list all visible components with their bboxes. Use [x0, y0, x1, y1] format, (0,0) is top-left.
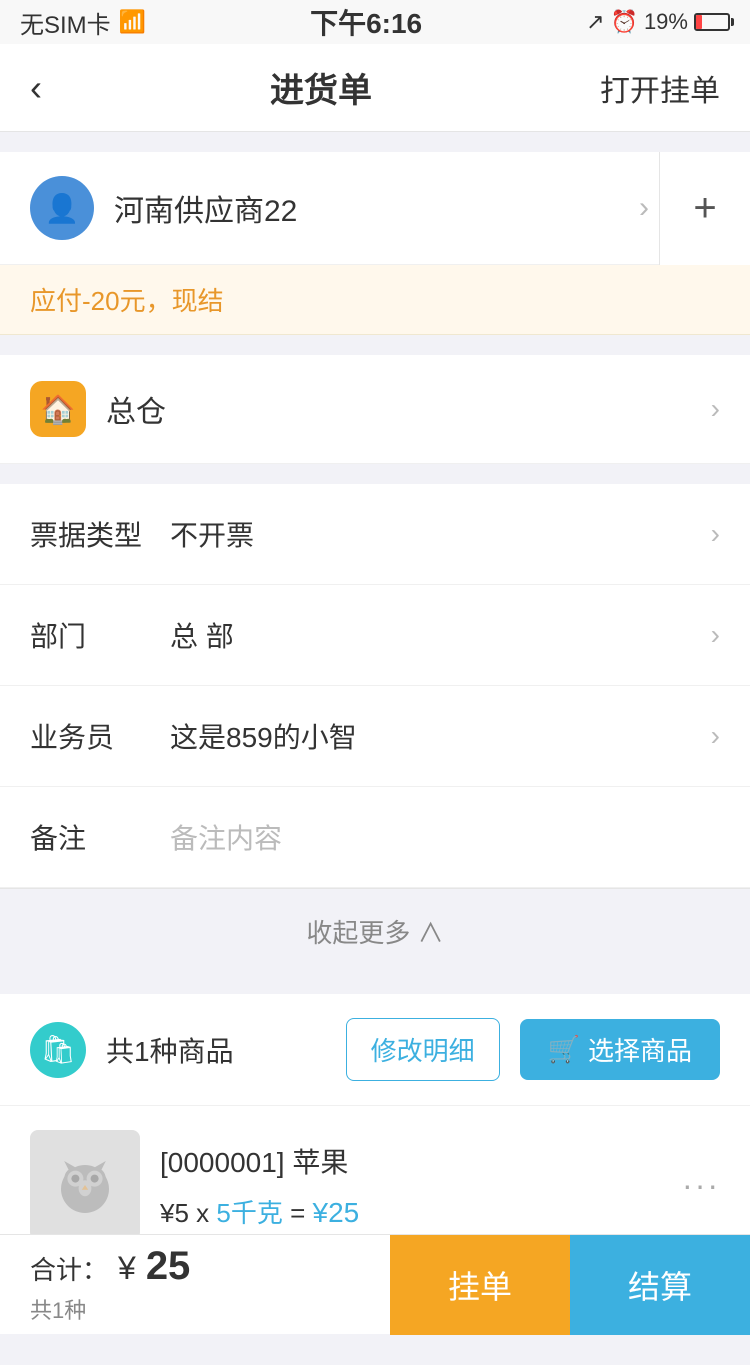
remark-label: 备注 [30, 817, 170, 857]
bag-icon: 🛍 [40, 1033, 76, 1066]
salesperson-label: 业务员 [30, 716, 170, 756]
quantity-value: 5千克 [216, 1198, 282, 1228]
price-value: ¥5 [160, 1198, 189, 1228]
invoice-value: 不开票 [170, 514, 711, 554]
supplier-name: 河南供应商22 [114, 195, 297, 228]
cart-icon: 🛒 [548, 1034, 580, 1065]
supplier-avatar: 👤 [30, 176, 94, 240]
status-bar: 无SIM卡 📶 下午6:16 ↗ ⏰ 19% [0, 0, 750, 44]
notice-text: 应付-20元，现结 [30, 286, 224, 316]
wifi-icon: 📶 [119, 9, 146, 35]
select-product-button[interactable]: 🛒 选择商品 [520, 1019, 720, 1080]
footer: 合计： ¥ 25 共1种 挂单 结算 [0, 1234, 750, 1334]
product-title: 苹果 [292, 1147, 348, 1178]
warehouse-name: 总仓 [106, 387, 711, 431]
salesperson-value: 这是859的小智 [170, 716, 711, 756]
products-header: 🛍 共1种商品 修改明细 🛒 选择商品 [0, 994, 750, 1106]
dept-chevron-icon: › [711, 619, 720, 651]
remark-row[interactable]: 备注 备注内容 [0, 787, 750, 888]
product-thumbnail [30, 1130, 140, 1240]
footer-sub-label: 共1种 [30, 1293, 360, 1325]
status-right: ↗ ⏰ 19% [586, 9, 730, 35]
product-more-button[interactable]: ··· [682, 1167, 720, 1204]
products-icon: 🛍 [30, 1022, 86, 1078]
footer-total-row: 合计： ¥ 25 [30, 1244, 360, 1289]
footer-total-area: 合计： ¥ 25 共1种 [0, 1244, 390, 1325]
section-gap-4 [0, 974, 750, 994]
notice-bar: 应付-20元，现结 [0, 265, 750, 335]
add-supplier-button[interactable]: + [660, 152, 750, 265]
invoice-label: 票据类型 [30, 514, 170, 554]
equals-sign: = [290, 1198, 312, 1228]
hang-label: 挂单 [448, 1262, 512, 1308]
section-gap-1 [0, 132, 750, 152]
status-left: 无SIM卡 📶 [20, 5, 146, 40]
invoice-chevron-icon: › [711, 518, 720, 550]
open-hang-button[interactable]: 打开挂单 [600, 66, 720, 110]
page-title: 进货单 [270, 63, 372, 112]
back-button[interactable]: ‹ [30, 67, 42, 109]
salesperson-chevron-icon: › [711, 720, 720, 752]
avatar-icon: 👤 [45, 192, 80, 225]
warehouse-chevron-icon: › [711, 393, 720, 425]
price-x: x [196, 1198, 216, 1228]
status-time: 下午6:16 [310, 2, 422, 42]
supplier-chevron-icon: › [639, 191, 649, 225]
dept-row[interactable]: 部门 总 部 › [0, 585, 750, 686]
carrier-text: 无SIM卡 [20, 5, 111, 40]
dept-value: 总 部 [170, 615, 711, 655]
battery-pct: 19% [644, 9, 688, 35]
collapse-label: 收起更多 ∧ [306, 913, 443, 950]
product-code: [0000001] [160, 1147, 285, 1178]
main-content: 👤 河南供应商22 › + 应付-20元，现结 🏠 总仓 › 票据类型 不开票 … [0, 132, 750, 1365]
alarm-icon: ⏰ [611, 9, 638, 35]
products-count: 共1种商品 [106, 1030, 326, 1070]
select-product-label: 选择商品 [588, 1031, 692, 1068]
battery-fill [696, 15, 702, 29]
supplier-row[interactable]: 👤 河南供应商22 › [0, 152, 659, 265]
modify-detail-button[interactable]: 修改明细 [346, 1018, 500, 1081]
settle-button[interactable]: 结算 [570, 1235, 750, 1335]
battery-icon [694, 13, 730, 31]
location-icon: ↗ [586, 9, 604, 35]
currency-symbol: ¥ [118, 1250, 136, 1287]
product-info: [0000001] 苹果 ¥5 x 5千克 = ¥25 [160, 1141, 662, 1230]
supplier-section: 👤 河南供应商22 › + [0, 152, 750, 265]
collapse-toggle[interactable]: 收起更多 ∧ [0, 888, 750, 974]
remark-value[interactable]: 备注内容 [170, 817, 720, 857]
hang-order-button[interactable]: 挂单 [390, 1235, 570, 1335]
section-gap-3 [0, 464, 750, 484]
dept-label: 部门 [30, 615, 170, 655]
nav-bar: ‹ 进货单 打开挂单 [0, 44, 750, 132]
product-price: ¥5 x 5千克 = ¥25 [160, 1193, 662, 1230]
section-gap-2 [0, 335, 750, 355]
total-label: 合计： [30, 1250, 108, 1287]
settle-label: 结算 [628, 1262, 692, 1308]
total-amount: 25 [146, 1244, 191, 1289]
home-icon: 🏠 [41, 393, 76, 426]
total-value: ¥25 [313, 1197, 360, 1228]
product-owl-icon [45, 1145, 125, 1225]
salesperson-row[interactable]: 业务员 这是859的小智 › [0, 686, 750, 787]
supplier-info: 河南供应商22 [114, 186, 639, 230]
warehouse-row[interactable]: 🏠 总仓 › [0, 355, 750, 464]
invoice-row[interactable]: 票据类型 不开票 › [0, 484, 750, 585]
warehouse-icon: 🏠 [30, 381, 86, 437]
product-name: [0000001] 苹果 [160, 1141, 662, 1181]
